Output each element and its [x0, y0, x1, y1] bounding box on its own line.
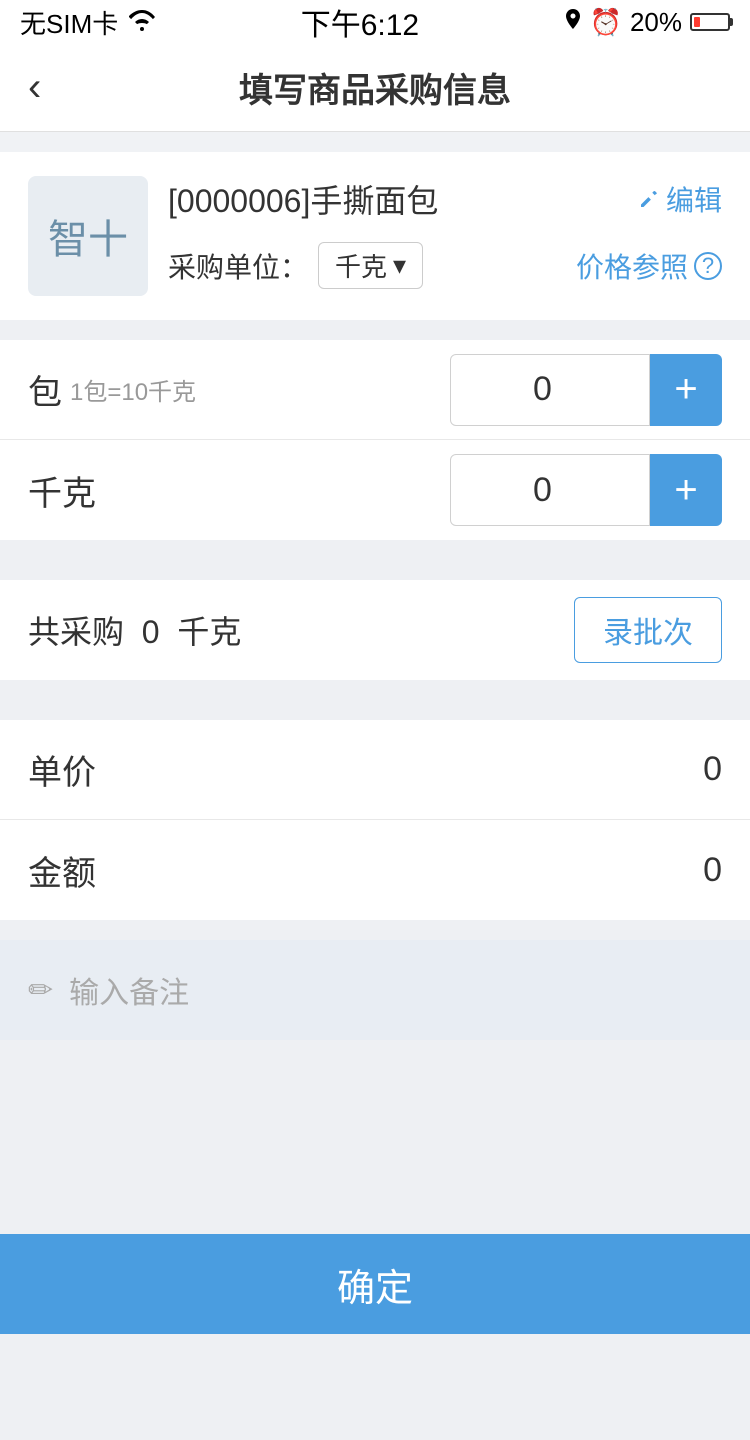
unit-section: 采购单位： 千克 ▾ — [168, 242, 423, 289]
status-bar: 无SIM卡 下午6:12 ⏰ 20% — [0, 0, 750, 44]
edit-button[interactable]: 编辑 — [638, 179, 722, 219]
confirm-bar[interactable]: 确定 — [0, 1234, 750, 1334]
battery-icon — [690, 13, 730, 31]
product-info: [0000006]手撕面包 编辑 采购单位： 千克 ▾ — [168, 176, 722, 289]
status-right: ⏰ 20% — [564, 7, 730, 38]
price-label: 单价 — [28, 745, 96, 794]
page-title: 填写商品采购信息 — [239, 63, 511, 112]
price-row: 单价 0 — [0, 720, 750, 820]
kg-input[interactable] — [450, 454, 650, 526]
bag-label: 包 — [28, 365, 62, 414]
amount-row: 金额 0 — [0, 820, 750, 920]
carrier-text: 无SIM卡 — [20, 4, 118, 41]
summary-label: 共采购 — [28, 614, 124, 650]
notes-section[interactable]: ✏ 输入备注 — [0, 940, 750, 1040]
product-card: 智十 [0000006]手撕面包 编辑 采购单位： 千克 — [0, 152, 750, 320]
chevron-down-icon: ▾ — [393, 250, 406, 281]
summary-section: 共采购 0 千克 录批次 — [0, 580, 750, 680]
bag-input[interactable] — [450, 354, 650, 426]
bag-input-wrap: + — [450, 354, 722, 426]
pencil-icon: ✏ — [28, 973, 53, 1008]
edit-icon — [638, 188, 660, 210]
summary-amount: 0 — [142, 614, 160, 650]
product-title: 手撕面包 — [310, 183, 438, 219]
kg-input-wrap: + — [450, 454, 722, 526]
bag-sub-label: 1包=10千克 — [70, 372, 196, 407]
unit-select[interactable]: 千克 ▾ — [318, 242, 423, 289]
unit-label: 采购单位： — [168, 246, 308, 286]
kg-row: 千克 + — [0, 440, 750, 540]
kg-plus-button[interactable]: + — [650, 454, 722, 526]
amount-label: 金额 — [28, 846, 96, 895]
alarm-icon: ⏰ — [590, 7, 622, 38]
amount-value: 0 — [703, 851, 722, 890]
batch-button[interactable]: 录批次 — [574, 597, 722, 663]
bag-plus-button[interactable]: + — [650, 354, 722, 426]
confirm-label: 确定 — [337, 1257, 413, 1312]
product-id: [0000006] — [168, 183, 310, 219]
price-ref-label: 价格参照 — [576, 246, 688, 286]
summary-unit: 千克 — [177, 614, 241, 650]
product-name: [0000006]手撕面包 — [168, 176, 438, 222]
product-logo: 智十 — [48, 207, 128, 265]
help-icon: ? — [694, 252, 722, 280]
product-image: 智十 — [28, 176, 148, 296]
status-time: 下午6:12 — [301, 0, 419, 44]
edit-label: 编辑 — [666, 179, 722, 219]
nav-bar: ‹ 填写商品采购信息 — [0, 44, 750, 132]
price-value: 0 — [703, 750, 722, 789]
price-ref-button[interactable]: 价格参照 ? — [576, 246, 722, 286]
divider-1 — [0, 320, 750, 340]
kg-label: 千克 — [28, 466, 96, 515]
unit-value: 千克 — [335, 247, 387, 284]
battery-text: 20% — [630, 7, 682, 38]
divider-3 — [0, 680, 750, 700]
summary-text: 共采购 0 千克 — [28, 607, 241, 653]
detail-section: 单价 0 金额 0 — [0, 720, 750, 920]
notes-placeholder: 输入备注 — [69, 968, 189, 1012]
quantity-section: 包 1包=10千克 + 千克 + — [0, 340, 750, 540]
product-name-row: [0000006]手撕面包 编辑 — [168, 176, 722, 222]
product-unit-row: 采购单位： 千克 ▾ 价格参照 ? — [168, 242, 722, 289]
location-icon — [564, 7, 582, 38]
wifi-icon — [128, 7, 156, 38]
bag-row: 包 1包=10千克 + — [0, 340, 750, 440]
divider-2 — [0, 540, 750, 560]
status-left: 无SIM卡 — [20, 4, 156, 41]
back-button[interactable]: ‹ — [28, 65, 41, 110]
